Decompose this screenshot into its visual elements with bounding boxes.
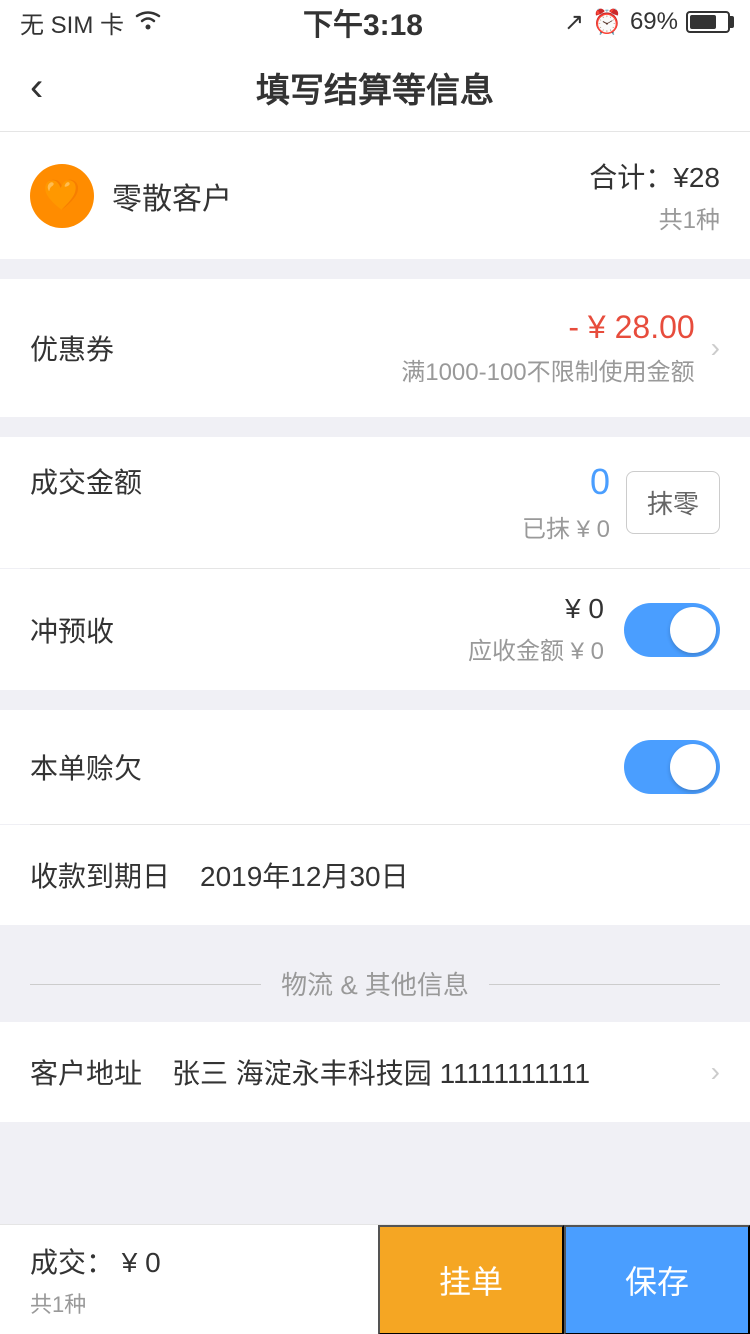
coupon-label: 优惠券 xyxy=(30,328,114,368)
customer-right: 合计：¥28 共1种 xyxy=(589,156,720,235)
divider-4 xyxy=(0,925,750,945)
credit-toggle[interactable] xyxy=(624,740,720,794)
prepayment-section: 冲预收 ¥ 0 应收金额 ¥ 0 xyxy=(0,569,750,690)
toggle-knob xyxy=(670,607,716,653)
credit-row: 本单赊欠 xyxy=(0,710,750,824)
location-icon: ↗ xyxy=(564,8,584,37)
deal-right: 0 已抹 ¥ 0 抹零 xyxy=(522,461,720,544)
logistics-header-text: 物流 & 其他信息 xyxy=(261,965,489,1002)
deal-amount-value[interactable]: 0 xyxy=(522,461,610,503)
prepayment-value: ¥ 0 xyxy=(468,593,604,625)
divider-2 xyxy=(0,417,750,437)
prepayment-values: ¥ 0 应收金额 ¥ 0 xyxy=(468,593,604,666)
nav-bar: ‹ 填写结算等信息 xyxy=(0,44,750,132)
address-section: 客户地址 张三 海淀永丰科技园 11111111111 › xyxy=(0,1022,750,1122)
prepayment-sub: 应收金额 ¥ 0 xyxy=(468,631,604,666)
bottom-deal-value: ¥ 0 xyxy=(122,1247,161,1278)
customer-count: 共1种 xyxy=(589,200,720,235)
status-right: ↗ ⏰ 69% xyxy=(564,8,730,37)
address-label: 客户地址 xyxy=(30,1052,142,1092)
avatar-icon: 🧡 xyxy=(43,178,80,213)
customer-section: 🧡 零散客户 合计：¥28 共1种 xyxy=(0,132,750,259)
page-title: 填写结算等信息 xyxy=(256,63,494,112)
deal-amount-row: 成交金额 0 已抹 ¥ 0 抹零 xyxy=(0,437,750,568)
round-zero-button[interactable]: 抹零 xyxy=(626,471,720,534)
bottom-summary: 成交： ¥ 0 共1种 xyxy=(0,1225,378,1334)
due-date-value: 2019年12月30日 xyxy=(200,855,409,895)
bottom-bar: 成交： ¥ 0 共1种 挂单 保存 xyxy=(0,1224,750,1334)
coupon-sub: 满1000-100不限制使用金额 xyxy=(401,352,694,387)
bottom-deal: 成交： ¥ 0 xyxy=(30,1241,348,1281)
divider-1 xyxy=(0,259,750,279)
alarm-icon: ⏰ xyxy=(592,8,622,37)
status-left: 无 SIM 卡 xyxy=(20,5,162,40)
bottom-count: 共1种 xyxy=(30,1287,348,1319)
coupon-row[interactable]: 优惠券 - ¥ 28.00 满1000-100不限制使用金额 › xyxy=(0,279,750,417)
credit-toggle-knob xyxy=(670,744,716,790)
due-date-label: 收款到期日 xyxy=(30,855,170,895)
address-left: 客户地址 张三 海淀永丰科技园 11111111111 xyxy=(30,1052,590,1092)
wifi-icon xyxy=(134,8,162,37)
address-value: 张三 海淀永丰科技园 11111111111 xyxy=(172,1052,590,1092)
deal-input-area: 0 已抹 ¥ 0 xyxy=(522,461,610,544)
divider-5 xyxy=(0,1122,750,1142)
customer-left: 🧡 零散客户 xyxy=(30,164,232,228)
customer-avatar: 🧡 xyxy=(30,164,94,228)
save-button[interactable]: 保存 xyxy=(564,1225,750,1334)
customer-total: 合计：¥28 xyxy=(589,156,720,196)
deal-amount-label: 成交金额 xyxy=(30,461,142,501)
coupon-value: - ¥ 28.00 xyxy=(401,309,694,346)
credit-section: 本单赊欠 xyxy=(0,710,750,824)
status-time: 下午3:18 xyxy=(303,0,423,44)
coupon-section: 优惠券 - ¥ 28.00 满1000-100不限制使用金额 › xyxy=(0,279,750,417)
customer-row: 🧡 零散客户 合计：¥28 共1种 xyxy=(0,132,750,259)
status-bar: 无 SIM 卡 下午3:18 ↗ ⏰ 69% xyxy=(0,0,750,44)
due-date-section: 收款到期日 2019年12月30日 xyxy=(0,825,750,925)
coupon-chevron: › xyxy=(711,332,720,364)
prepayment-label: 冲预收 xyxy=(30,610,114,650)
coupon-values: - ¥ 28.00 满1000-100不限制使用金额 xyxy=(401,309,694,387)
back-icon: ‹ xyxy=(30,65,43,110)
customer-name: 零散客户 xyxy=(112,174,232,218)
divider-3 xyxy=(0,690,750,710)
hold-order-button[interactable]: 挂单 xyxy=(378,1225,564,1334)
deal-amount-sub: 已抹 ¥ 0 xyxy=(522,509,610,544)
address-row[interactable]: 客户地址 张三 海淀永丰科技园 11111111111 › xyxy=(0,1022,750,1122)
due-date-row[interactable]: 收款到期日 2019年12月30日 xyxy=(0,825,750,925)
coupon-right: - ¥ 28.00 满1000-100不限制使用金额 › xyxy=(401,309,720,387)
credit-label: 本单赊欠 xyxy=(30,747,142,787)
logistics-header: 物流 & 其他信息 xyxy=(0,945,750,1022)
sim-status: 无 SIM 卡 xyxy=(20,5,124,40)
prepayment-right: ¥ 0 应收金额 ¥ 0 xyxy=(468,593,720,666)
content-area: 🧡 零散客户 合计：¥28 共1种 优惠券 - ¥ 28.00 满1000-10… xyxy=(0,132,750,1262)
deal-amount-section: 成交金额 0 已抹 ¥ 0 抹零 xyxy=(0,437,750,568)
prepayment-toggle[interactable] xyxy=(624,603,720,657)
address-chevron: › xyxy=(711,1056,720,1088)
battery-icon xyxy=(686,11,730,33)
battery-percent: 69% xyxy=(630,8,678,36)
prepayment-row: 冲预收 ¥ 0 应收金额 ¥ 0 xyxy=(0,569,750,690)
bottom-deal-label: 成交： xyxy=(30,1247,114,1278)
back-button[interactable]: ‹ xyxy=(30,65,43,110)
